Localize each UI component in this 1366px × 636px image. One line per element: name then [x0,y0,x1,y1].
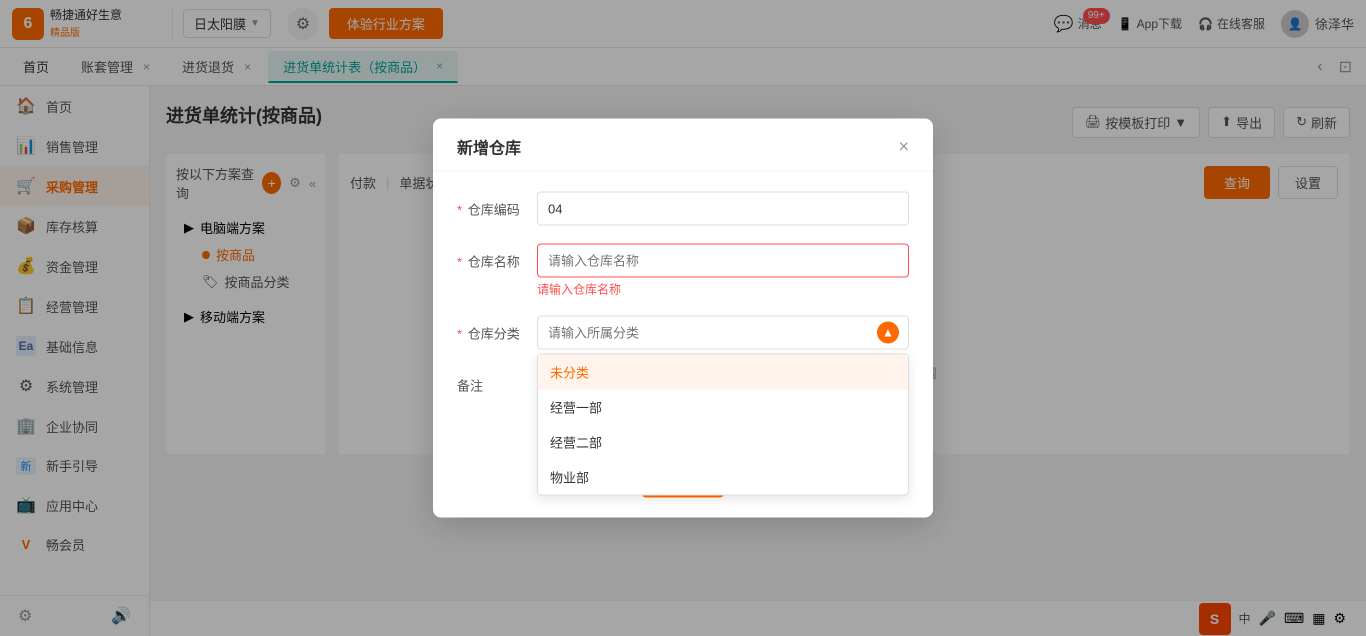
name-required-star: * [457,255,462,270]
add-warehouse-modal: 新增仓库 × * 仓库编码 * 仓库名称 请输入仓库名称 [433,119,933,518]
modal-body: * 仓库编码 * 仓库名称 请输入仓库名称 * 仓库分类 [433,172,933,431]
required-star: * [457,203,462,218]
form-row-code: * 仓库编码 [457,192,909,226]
category-dropdown: 未分类 经营一部 经营二部 物业部 [537,354,909,496]
name-input[interactable] [537,244,909,278]
dropdown-item-ops1[interactable]: 经营一部 [538,390,908,425]
code-label: * 仓库编码 [457,192,537,219]
name-label: * 仓库名称 [457,244,537,271]
category-input[interactable] [537,316,909,350]
code-input[interactable] [537,192,909,226]
name-field: 请输入仓库名称 [537,244,909,298]
note-label: 备注 [457,368,537,395]
form-row-name: * 仓库名称 请输入仓库名称 [457,244,909,298]
category-label: * 仓库分类 [457,316,537,343]
category-select-wrapper: ▲ [537,316,909,350]
form-row-category: * 仓库分类 ▲ 未分类 经营一部 经营二部 物业部 [457,316,909,350]
modal-header: 新增仓库 × [433,119,933,172]
cat-required-star: * [457,327,462,342]
code-field [537,192,909,226]
dropdown-item-ops2[interactable]: 经营二部 [538,425,908,460]
name-error-msg: 请输入仓库名称 [537,281,909,298]
category-field: ▲ 未分类 经营一部 经营二部 物业部 [537,316,909,350]
dropdown-item-property[interactable]: 物业部 [538,460,908,495]
modal-close-button[interactable]: × [898,136,909,157]
modal-title: 新增仓库 [457,135,521,159]
dropdown-item-none[interactable]: 未分类 [538,355,908,390]
